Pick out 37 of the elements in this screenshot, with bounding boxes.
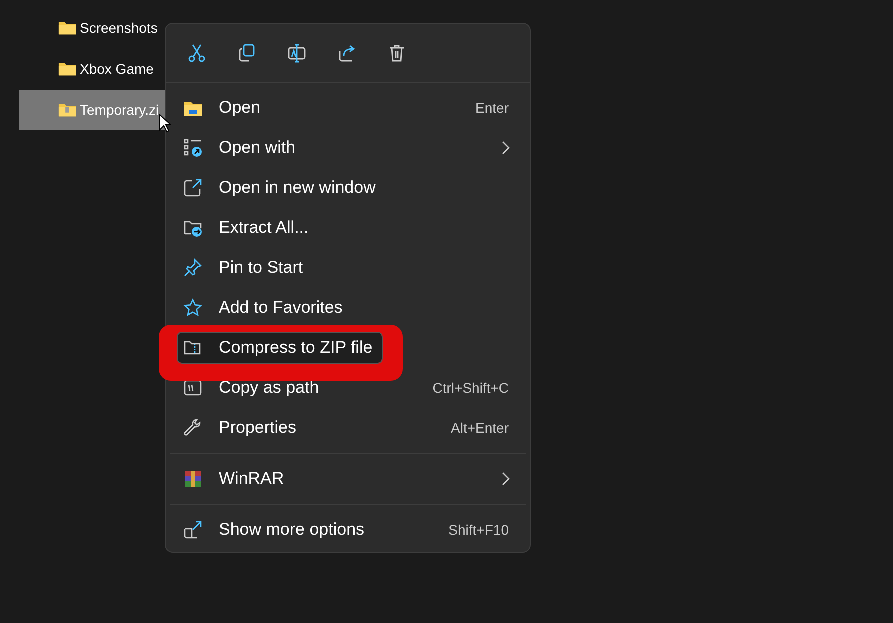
copy-icon <box>237 43 257 63</box>
shortcut-text: Ctrl+Shift+C <box>432 380 509 396</box>
file-item[interactable]: Xbox Game <box>19 49 165 89</box>
shortcut-text: Alt+Enter <box>451 420 509 436</box>
share-icon <box>337 43 357 63</box>
folder-icon <box>58 20 77 36</box>
chevron-right-icon <box>502 141 510 155</box>
menu-item[interactable]: Compress to ZIP file <box>178 333 382 363</box>
menu-item[interactable]: Pin to Start <box>166 248 530 288</box>
menu-item[interactable]: Add to Favorites <box>166 288 530 328</box>
file-item[interactable]: Temporary.zi <box>19 90 165 130</box>
menu-item[interactable]: Properties Alt+Enter <box>166 408 530 448</box>
menu-item[interactable]: Open in new window <box>166 168 530 208</box>
cut-icon <box>187 43 207 63</box>
menu-item[interactable]: WinRAR <box>166 459 530 499</box>
file-item[interactable]: Screenshots <box>19 8 165 48</box>
delete-icon <box>387 43 407 63</box>
new-window-icon <box>183 178 203 198</box>
open-with-icon <box>183 138 203 158</box>
wrench-icon <box>183 418 203 438</box>
mouse-cursor-icon <box>159 114 171 134</box>
copy-path-icon <box>183 378 203 398</box>
menu-item[interactable]: Open with <box>166 128 530 168</box>
archive-books-icon <box>183 469 203 489</box>
folder-icon <box>58 61 77 77</box>
zip-folder-icon <box>58 102 77 118</box>
rename-icon <box>287 43 307 63</box>
menu-item[interactable]: Copy as path Ctrl+Shift+C <box>166 368 530 408</box>
shortcut-text: Shift+F10 <box>448 522 509 538</box>
star-icon <box>183 298 203 318</box>
pin-icon <box>183 258 203 278</box>
more-options-icon <box>183 520 203 540</box>
menu-item[interactable]: Extract All... <box>166 208 530 248</box>
menu-item[interactable]: Show more options Shift+F10 <box>166 510 530 550</box>
menu-item[interactable]: Open Enter <box>166 88 530 128</box>
chevron-right-icon <box>502 472 510 486</box>
shortcut-text: Enter <box>476 100 509 116</box>
